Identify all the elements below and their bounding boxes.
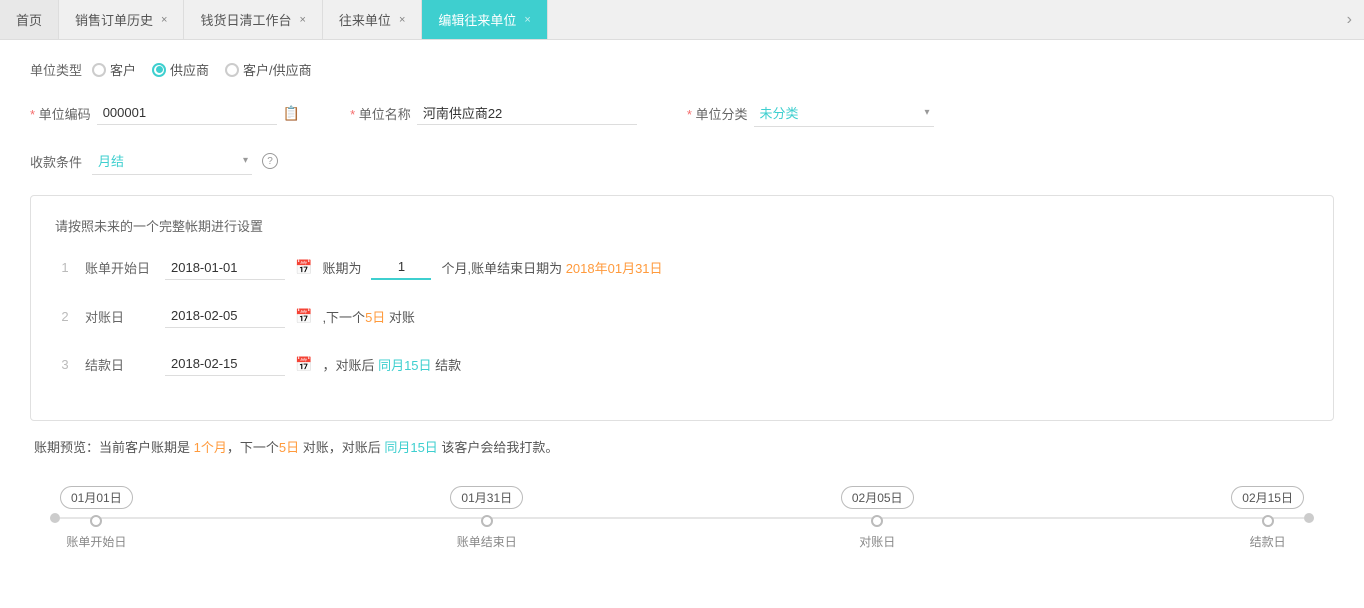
timeline-node-1: 01月31日 账单结束日 (450, 486, 523, 550)
help-icon[interactable]: ? (262, 153, 278, 169)
payment-terms-dropdown[interactable]: 月结 ▾ (92, 147, 252, 175)
timeline-dot-2 (871, 515, 883, 527)
timeline-badge-1: 01月31日 (450, 486, 523, 509)
reconciliation-row: 2 对账日 📅 ,下一个5日 对账 (55, 304, 1309, 328)
tab-sales-order-history[interactable]: 销售订单历史 × (59, 0, 184, 39)
payment-terms-row: 收款条件 月结 ▾ ? (30, 147, 1334, 175)
payment-terms-label: 收款条件 (30, 152, 82, 171)
unit-code-input[interactable] (97, 101, 277, 125)
timeline-dot-3 (1262, 515, 1274, 527)
radio-supplier-label: 供应商 (170, 60, 209, 79)
payment-terms-dropdown-arrow-icon: ▾ (243, 155, 252, 166)
unit-category-dropdown-arrow-icon: ▾ (924, 107, 933, 118)
tab-counterparty[interactable]: 往来单位 × (323, 0, 422, 39)
expand-icon: › (1347, 11, 1352, 29)
unit-code-group: 单位编码 📋 (30, 101, 300, 125)
radio-customer-supplier-label: 客户/供应商 (243, 60, 312, 79)
unit-type-label: 单位类型 (30, 60, 82, 79)
unit-fields-row: 单位编码 📋 单位名称 单位分类 未分类 ▾ (30, 99, 1334, 127)
payment-calendar-icon[interactable]: 📅 (295, 356, 312, 373)
unit-category-dropdown[interactable]: 未分类 ▾ (754, 99, 934, 127)
close-cash-ledger-icon[interactable]: × (299, 14, 305, 26)
timeline-items: 01月01日 账单开始日 01月31日 账单结束日 02月05日 对账日 02月… (60, 486, 1304, 550)
tab-edit-counterparty[interactable]: 编辑往来单位 × (422, 0, 547, 39)
billing-start-calendar-icon[interactable]: 📅 (295, 259, 312, 276)
timeline-dot-1 (481, 515, 493, 527)
billing-period-prefix: 账期为 (322, 258, 361, 277)
timeline-dot-0 (90, 515, 102, 527)
billing-start-date-input[interactable] (165, 256, 285, 280)
row-num-3: 3 (55, 357, 75, 372)
unit-code-calendar-icon[interactable]: 📋 (283, 105, 300, 122)
reconciliation-date-input[interactable] (165, 304, 285, 328)
payment-label: 结款日 (85, 355, 155, 374)
timeline-badge-3: 02月15日 (1231, 486, 1304, 509)
timeline-node-3: 02月15日 结款日 (1231, 486, 1304, 550)
radio-customer-supplier-circle (225, 63, 239, 77)
timeline-node-2: 02月05日 对账日 (841, 486, 914, 550)
expand-tabs-button[interactable]: › (1335, 0, 1364, 39)
section-description: 请按照未来的一个完整帐期进行设置 (55, 216, 1309, 235)
timeline-node-0: 01月01日 账单开始日 (60, 486, 133, 550)
unit-category-group: 单位分类 未分类 ▾ (687, 99, 934, 127)
billing-period-input[interactable] (371, 255, 431, 280)
billing-timeline: 01月01日 账单开始日 01月31日 账单结束日 02月05日 对账日 02月… (30, 476, 1334, 560)
payment-terms-value: 月结 (92, 147, 243, 174)
main-content: 单位类型 客户 供应商 客户/供应商 单位编码 📋 单位名称 (0, 40, 1364, 608)
unit-type-radio-group: 客户 供应商 客户/供应商 (92, 60, 312, 79)
reconciliation-suffix: ,下一个5日 对账 (322, 307, 414, 326)
reconciliation-day-highlight: 5日 (365, 310, 385, 325)
payment-date-input[interactable] (165, 352, 285, 376)
timeline-badge-0: 01月01日 (60, 486, 133, 509)
row-num-1: 1 (55, 260, 75, 275)
billing-end-date-highlight: 2018年01月31日 (566, 261, 663, 276)
tab-bar: 首页 销售订单历史 × 钱货日清工作台 × 往来单位 × 编辑往来单位 × › (0, 0, 1364, 40)
unit-category-label: 单位分类 (687, 104, 748, 123)
timeline-label-0: 账单开始日 (66, 533, 126, 550)
unit-name-input[interactable] (417, 101, 637, 125)
unit-category-value: 未分类 (754, 99, 925, 126)
tab-cash-ledger[interactable]: 钱货日清工作台 × (184, 0, 322, 39)
timeline-label-3: 结款日 (1250, 533, 1286, 550)
radio-supplier-circle (152, 63, 166, 77)
preview-payment-day-highlight: 同月15日 (384, 440, 437, 455)
payment-suffix: ，对账后 同月15日 结款 (322, 355, 461, 374)
reconciliation-calendar-icon[interactable]: 📅 (295, 308, 312, 325)
billing-preview-text: 账期预览：当前客户账期是 1个月，下一个5日 对账，对账后 同月15日 该客户会… (30, 437, 1334, 456)
unit-name-group: 单位名称 (350, 101, 637, 125)
unit-code-label: 单位编码 (30, 104, 91, 123)
tab-home[interactable]: 首页 (0, 0, 59, 39)
billing-period-suffix: 个月,账单结束日期为 2018年01月31日 (441, 258, 662, 277)
radio-supplier[interactable]: 供应商 (152, 60, 209, 79)
timeline-label-1: 账单结束日 (457, 533, 517, 550)
billing-period-section: 请按照未来的一个完整帐期进行设置 1 账单开始日 📅 账期为 个月,账单结束日期… (30, 195, 1334, 421)
help-icon-symbol: ? (267, 156, 273, 167)
payment-day-highlight: 同月15日 (378, 358, 431, 373)
close-edit-counterparty-icon[interactable]: × (524, 14, 530, 26)
close-sales-order-history-icon[interactable]: × (161, 14, 167, 26)
radio-customer-circle (92, 63, 106, 77)
preview-period-highlight: 1个月 (194, 440, 227, 455)
billing-start-label: 账单开始日 (85, 258, 155, 277)
radio-customer-supplier[interactable]: 客户/供应商 (225, 60, 312, 79)
close-counterparty-icon[interactable]: × (399, 14, 405, 26)
billing-start-row: 1 账单开始日 📅 账期为 个月,账单结束日期为 2018年01月31日 (55, 255, 1309, 280)
unit-name-label: 单位名称 (350, 104, 411, 123)
reconciliation-label: 对账日 (85, 307, 155, 326)
row-num-2: 2 (55, 309, 75, 324)
timeline-label-2: 对账日 (859, 533, 895, 550)
payment-row: 3 结款日 📅 ，对账后 同月15日 结款 (55, 352, 1309, 376)
unit-type-row: 单位类型 客户 供应商 客户/供应商 (30, 60, 1334, 79)
timeline-badge-2: 02月05日 (841, 486, 914, 509)
preview-day-highlight: 5日 (279, 440, 299, 455)
radio-customer-label: 客户 (110, 60, 136, 79)
radio-customer[interactable]: 客户 (92, 60, 136, 79)
